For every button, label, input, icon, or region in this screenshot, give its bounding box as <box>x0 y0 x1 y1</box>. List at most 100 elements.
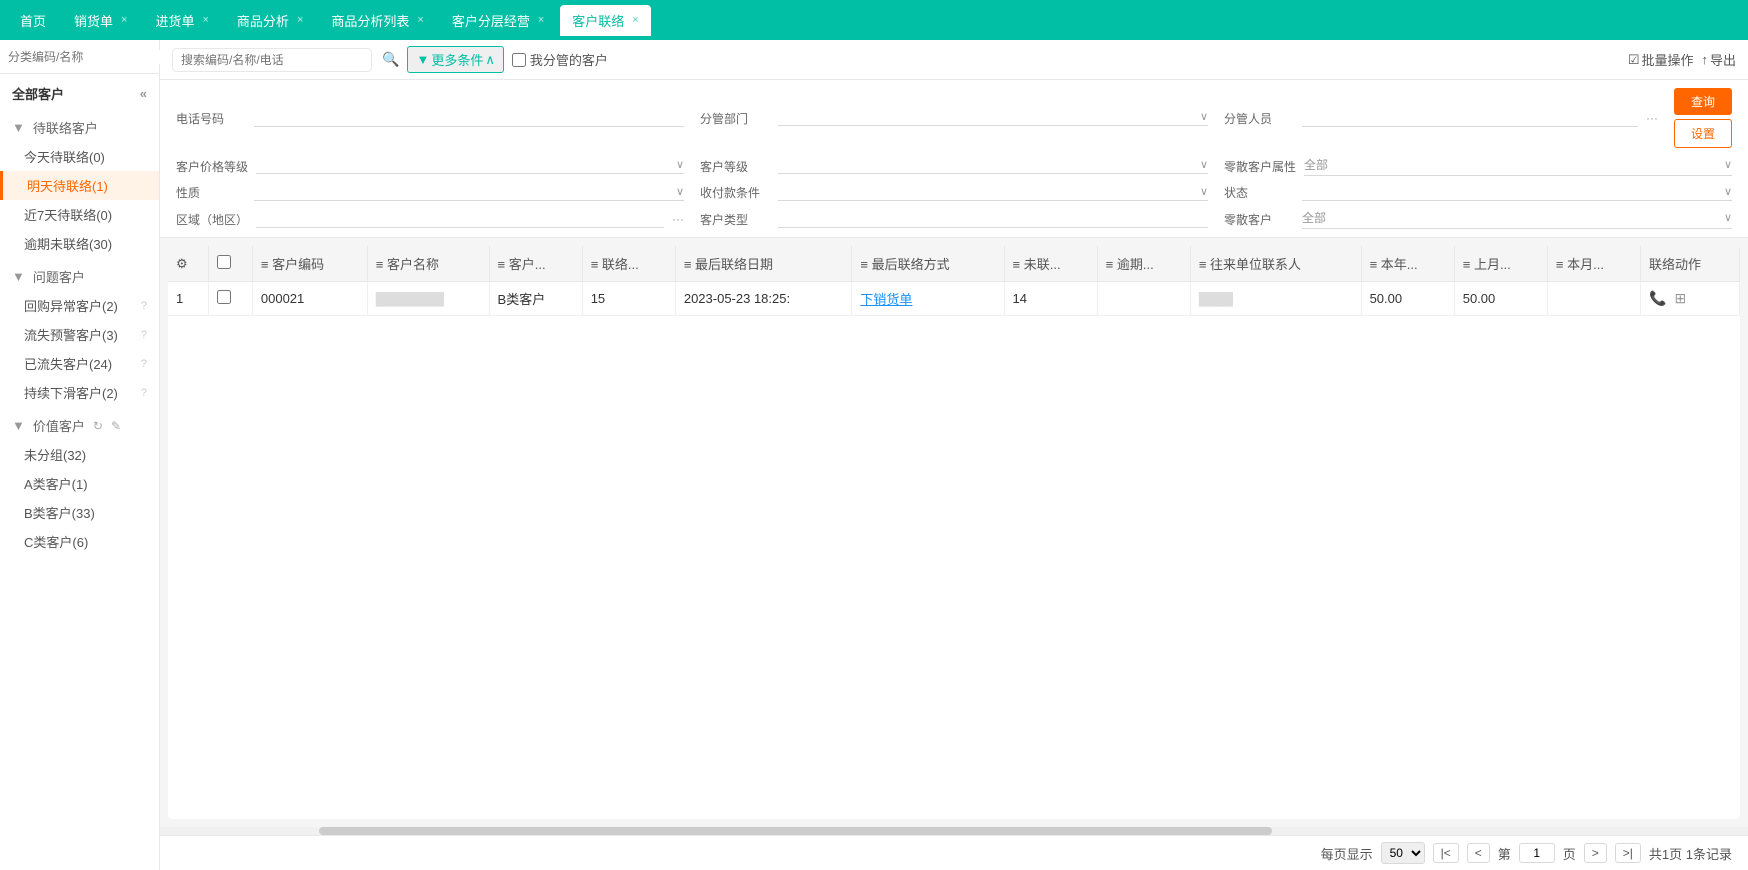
sidebar-section-problem-title[interactable]: ▼ 问题客户 <box>0 262 159 291</box>
nav-tab-4[interactable]: 客户分层经营 × <box>440 5 556 36</box>
filter-select-status[interactable]: ∨ <box>1302 185 1732 201</box>
close-tab-0-icon[interactable]: × <box>121 14 127 26</box>
cell-code: 000021 <box>252 282 367 316</box>
filter-select-retail-attr[interactable]: 全部 ∨ <box>1304 156 1732 176</box>
col-settings-header[interactable]: ⚙ <box>168 246 208 282</box>
chevron-down-icon: ∨ <box>1200 158 1208 171</box>
checkbox-icon: ☑ <box>1628 52 1640 68</box>
phone-input[interactable] <box>254 110 684 124</box>
reset-button[interactable]: 设置 <box>1674 119 1732 148</box>
cell-checkbox[interactable] <box>208 282 252 316</box>
chevron-down-icon: ∨ <box>676 185 684 198</box>
sidebar-section-pending-title[interactable]: ▼ 待联络客户 <box>0 113 159 142</box>
batch-operation-button[interactable]: ☑ 批量操作 <box>1628 50 1694 69</box>
sidebar-item-declining[interactable]: 持续下滑客户(2) ? <box>0 378 159 407</box>
filter-bar: 🔍 ▼ 更多条件 ∧ 我分管的客户 ☑ 批量操作 ↑ 导出 <box>160 40 1748 80</box>
sidebar-item-a-class[interactable]: A类客户(1) <box>0 469 159 498</box>
sidebar-section-value-title[interactable]: ▼ 价值客户 ↻ ✎ <box>0 411 159 440</box>
subperson-input[interactable] <box>1302 110 1638 124</box>
sidebar-item-repurchase-anomaly[interactable]: 回购异常客户(2) ? <box>0 291 159 320</box>
filter-select-payment[interactable]: ∨ <box>778 185 1208 201</box>
pagination-footer: 每页显示 50 |< < 第 页 > >| 共1页 1条记录 <box>160 835 1748 870</box>
filter-input-phone[interactable] <box>254 110 684 127</box>
sidebar-all-customers[interactable]: 全部客户 « <box>0 78 159 109</box>
more-conditions-button[interactable]: ▼ 更多条件 ∧ <box>407 46 503 73</box>
table-row: 1 000021 ████████ B类客户 15 2023-05-23 18:… <box>168 282 1740 316</box>
row-checkbox[interactable] <box>217 290 231 304</box>
filter-select-price-level[interactable]: ∨ <box>256 158 684 174</box>
close-tab-1-icon[interactable]: × <box>202 14 208 26</box>
last-page-button[interactable]: >| <box>1615 843 1641 863</box>
triangle-icon: ▼ <box>12 418 25 433</box>
phone-action-icon[interactable]: 📞 <box>1649 290 1666 307</box>
qr-action-icon[interactable]: ⊞ <box>1674 290 1686 307</box>
select-all-checkbox[interactable] <box>217 255 231 269</box>
nav-tab-3[interactable]: 商品分析列表 × <box>319 5 435 36</box>
close-tab-5-icon[interactable]: × <box>632 14 638 26</box>
scrollbar-thumb[interactable] <box>319 827 1272 835</box>
help-icon: ? <box>141 329 147 341</box>
filter-search-button[interactable]: 🔍 <box>382 51 399 68</box>
edit-icon[interactable]: ✎ <box>111 419 121 433</box>
filter-label-region: 区域（地区） <box>176 211 248 228</box>
filter-select-retail-customer[interactable]: 全部 ∨ <box>1302 209 1732 229</box>
close-tab-3-icon[interactable]: × <box>417 14 423 26</box>
nav-home[interactable]: 首页 <box>8 5 58 36</box>
col-this-year-header: ≡ 本年... <box>1361 246 1454 282</box>
settings-icon[interactable]: ⚙ <box>176 256 188 271</box>
filter-label-payment: 收付款条件 <box>700 184 770 201</box>
filter-label-price-level: 客户价格等级 <box>176 158 248 175</box>
help-icon: ? <box>141 300 147 312</box>
filter-select-subdept[interactable]: ∨ <box>778 110 1208 126</box>
region-input[interactable] <box>256 211 664 225</box>
nav-tab-0[interactable]: 销货单 × <box>62 5 139 36</box>
nav-tab-1[interactable]: 进货单 × <box>143 5 220 36</box>
refresh-icon[interactable]: ↻ <box>93 419 103 433</box>
close-tab-4-icon[interactable]: × <box>538 14 544 26</box>
filter-select-customer-level[interactable]: ∨ <box>778 158 1208 174</box>
sidebar-item-c-class[interactable]: C类客户(6) <box>0 527 159 556</box>
cell-last-method[interactable]: 下销货单 <box>852 282 1004 316</box>
per-page-select[interactable]: 50 <box>1381 842 1425 864</box>
filter-input-region[interactable] <box>256 211 664 228</box>
page-number-input[interactable] <box>1519 843 1555 863</box>
sidebar-search-input[interactable] <box>8 50 163 64</box>
my-customers-checkbox[interactable] <box>512 53 526 67</box>
sidebar-item-churned[interactable]: 已流失客户(24) ? <box>0 349 159 378</box>
my-customers-checkbox-label[interactable]: 我分管的客户 <box>512 50 608 69</box>
nav-tab-2[interactable]: 商品分析 × <box>225 5 315 36</box>
nav-tab-5[interactable]: 客户联络 × <box>560 5 650 36</box>
filter-select-gender[interactable]: ∨ <box>254 185 684 201</box>
filter-input-customer-type[interactable] <box>778 211 1208 228</box>
sidebar-collapse-icon[interactable]: « <box>140 86 147 101</box>
col-checkbox-header[interactable] <box>208 246 252 282</box>
prev-page-button[interactable]: < <box>1467 843 1490 863</box>
cell-name: ████████ <box>367 282 489 316</box>
filter-search-input[interactable] <box>172 48 372 72</box>
filter-label-subperson: 分管人员 <box>1224 110 1294 127</box>
help-icon: ? <box>141 358 147 370</box>
query-button[interactable]: 查询 <box>1674 88 1732 115</box>
sidebar-item-tomorrow[interactable]: 明天待联络(1) <box>0 171 159 200</box>
next-page-button[interactable]: > <box>1584 843 1607 863</box>
advanced-filter-panel: 电话号码 分管部门 ∨ 分管人员 ··· 查询 <box>160 80 1748 238</box>
region-more-icon[interactable]: ··· <box>672 212 684 226</box>
filter-input-subperson[interactable] <box>1302 110 1638 127</box>
horizontal-scrollbar[interactable] <box>160 827 1748 835</box>
sidebar-item-ungrouped[interactable]: 未分组(32) <box>0 440 159 469</box>
sidebar-item-b-class[interactable]: B类客户(33) <box>0 498 159 527</box>
subperson-more-icon[interactable]: ··· <box>1646 111 1658 125</box>
customer-type-input[interactable] <box>778 211 1208 225</box>
filter-row-customer-level: 客户等级 ∨ <box>700 156 1208 176</box>
col-action-header: 联络动作 <box>1641 246 1740 282</box>
export-button[interactable]: ↑ 导出 <box>1701 50 1736 69</box>
sidebar-item-today[interactable]: 今天待联络(0) <box>0 142 159 171</box>
close-tab-2-icon[interactable]: × <box>297 14 303 26</box>
first-page-button[interactable]: |< <box>1433 843 1459 863</box>
sidebar-item-7days[interactable]: 近7天待联络(0) <box>0 200 159 229</box>
sidebar-item-churn-warning[interactable]: 流失预警客户(3) ? <box>0 320 159 349</box>
sidebar-item-overdue[interactable]: 逾期未联络(30) <box>0 229 159 258</box>
col-contact-count-header: ≡ 联络... <box>582 246 675 282</box>
last-method-link[interactable]: 下销货单 <box>860 292 912 307</box>
cell-last-month: 50.00 <box>1454 282 1547 316</box>
